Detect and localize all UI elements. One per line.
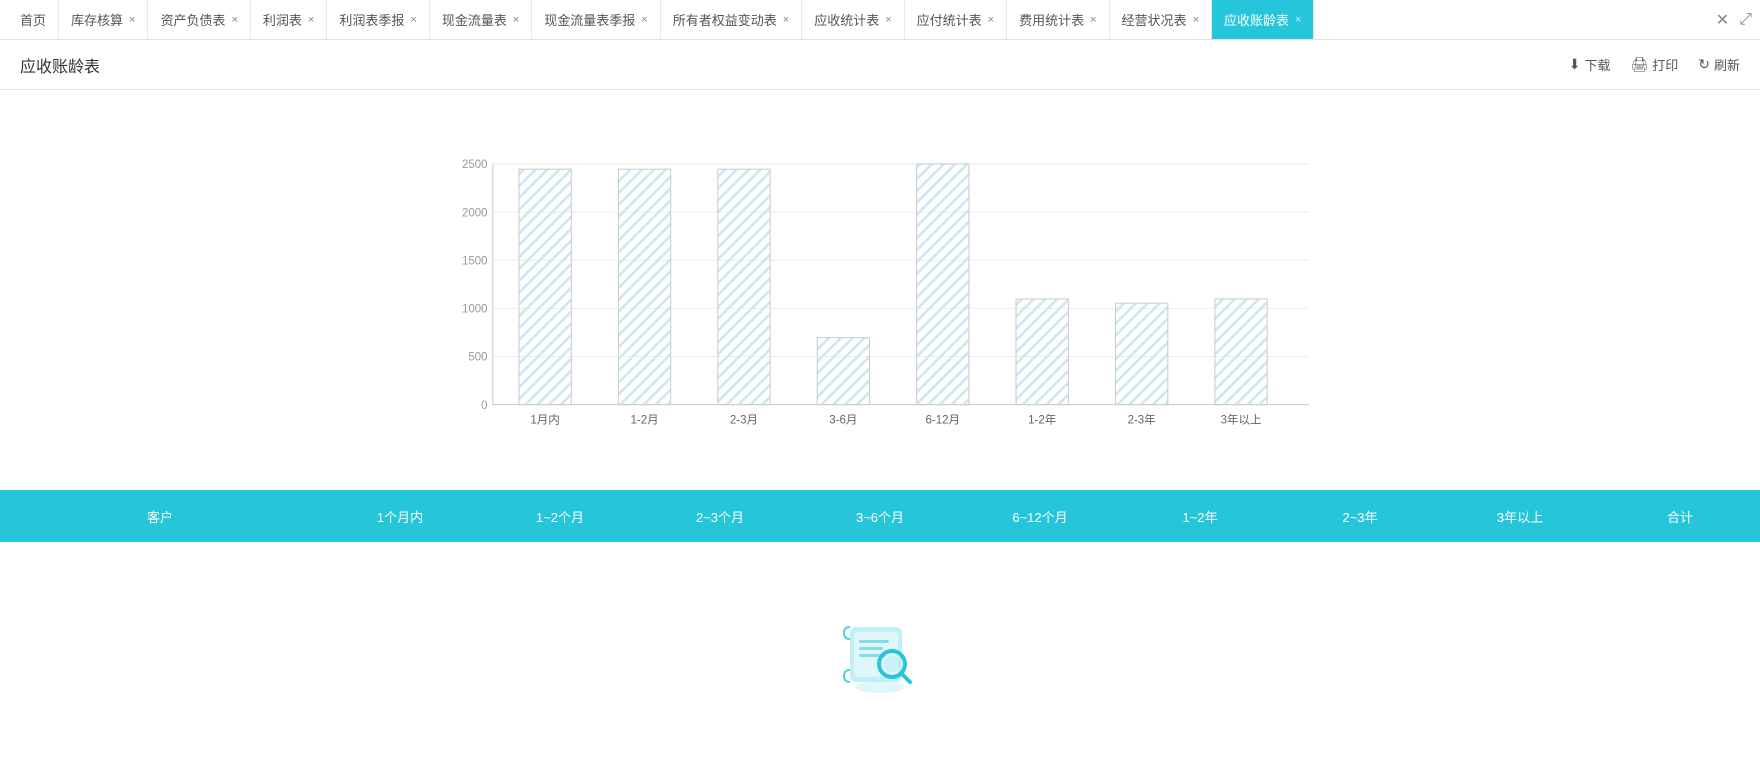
tab-应收账龄表[interactable]: 应收账龄表 × <box>1212 0 1314 40</box>
svg-text:1500: 1500 <box>462 255 488 267</box>
x-label-1: 1月内 <box>530 412 559 426</box>
download-label: 下载 <box>1584 55 1610 74</box>
chart-container: 2500 2000 1500 1000 500 0 1月内 1-2月 2-3月 <box>430 130 1330 470</box>
svg-text:0: 0 <box>481 400 487 412</box>
page-header: 应收账龄表 ⬇ 下载 🖨 打印 ↻ 刷新 <box>0 40 1760 90</box>
tab-close-icon[interactable]: × <box>1193 14 1199 26</box>
download-icon: ⬇ <box>1569 56 1581 73</box>
refresh-icon: ↻ <box>1698 56 1710 73</box>
tab-利润表季报[interactable]: 利润表季报 × <box>327 0 429 40</box>
chart-area: 2500 2000 1500 1000 500 0 1月内 1-2月 2-3月 <box>0 90 1760 490</box>
tab-label: 费用统计表 <box>1019 10 1084 29</box>
bar-chart: 2500 2000 1500 1000 500 0 1月内 1-2月 2-3月 <box>430 130 1330 470</box>
tab-label: 资产负债表 <box>160 10 225 29</box>
x-label-2: 1-2月 <box>630 414 658 426</box>
table-header-cell: 客户 <box>0 507 320 526</box>
table-header-cell: 1~2年 <box>1120 507 1280 526</box>
tab-close-icon[interactable]: × <box>1295 14 1301 26</box>
tab-首页[interactable]: 首页 <box>8 0 59 40</box>
tab-label: 首页 <box>20 10 46 29</box>
tab-label: 应付统计表 <box>917 10 982 29</box>
tab-label: 应收账龄表 <box>1224 10 1289 29</box>
tab-label: 应收统计表 <box>814 10 879 29</box>
page-title: 应收账龄表 <box>20 53 100 77</box>
tab-label: 现金流量表 <box>442 10 507 29</box>
close-window-button[interactable]: ✕ <box>1716 10 1729 30</box>
tab-label: 现金流量表季报 <box>544 10 635 29</box>
tab-close-icon[interactable]: × <box>885 14 891 26</box>
empty-state <box>0 542 1760 762</box>
table-header-cell: 1个月内 <box>320 507 480 526</box>
tab-close-icon[interactable]: × <box>410 14 416 26</box>
table-header-cell: 3~6个月 <box>800 507 960 526</box>
svg-text:1000: 1000 <box>462 304 488 316</box>
maximize-window-button[interactable]: ⤢ <box>1739 11 1752 29</box>
tab-close-icon[interactable]: × <box>988 14 994 26</box>
tab-close-icon[interactable]: × <box>513 14 519 26</box>
bar-4 <box>817 338 869 405</box>
tab-现金流量表季报[interactable]: 现金流量表季报 × <box>532 0 660 40</box>
table-header-cell: 6~12个月 <box>960 507 1120 526</box>
main-content: 2500 2000 1500 1000 500 0 1月内 1-2月 2-3月 <box>0 90 1760 762</box>
tab-label: 经营状况表 <box>1122 10 1187 29</box>
refresh-button[interactable]: ↻ 刷新 <box>1698 55 1740 74</box>
empty-icon <box>830 602 930 702</box>
window-controls: ✕ ⤢ <box>1704 10 1752 30</box>
x-label-3: 2-3月 <box>730 414 758 426</box>
tab-经营状况表[interactable]: 经营状况表 × <box>1110 0 1212 40</box>
svg-text:500: 500 <box>468 352 487 364</box>
tab-应收统计表[interactable]: 应收统计表 × <box>802 0 904 40</box>
bar-3 <box>718 169 770 404</box>
bar-2 <box>618 169 670 404</box>
tab-label: 利润表 <box>263 10 302 29</box>
tab-现金流量表[interactable]: 现金流量表 × <box>430 0 532 40</box>
print-button[interactable]: 🖨 打印 <box>1630 55 1678 74</box>
print-label: 打印 <box>1652 55 1678 74</box>
download-button[interactable]: ⬇ 下载 <box>1569 55 1611 74</box>
x-label-4: 3-6月 <box>829 414 857 426</box>
header-actions: ⬇ 下载 🖨 打印 ↻ 刷新 <box>1569 55 1740 74</box>
x-label-7: 2-3年 <box>1128 412 1156 426</box>
tab-label: 库存核算 <box>71 10 123 29</box>
bar-7 <box>1115 303 1167 405</box>
bar-8 <box>1215 299 1267 405</box>
tab-资产负债表[interactable]: 资产负债表 × <box>148 0 250 40</box>
table-header-cell: 合计 <box>1600 507 1760 526</box>
tab-close-icon[interactable]: × <box>308 14 314 26</box>
tab-close-icon[interactable]: × <box>129 14 135 26</box>
table-header: 客户1个月内1~2个月2~3个月3~6个月6~12个月1~2年2~3年3年以上合… <box>0 490 1760 542</box>
bar-5 <box>917 164 969 405</box>
tab-close-icon[interactable]: × <box>641 14 647 26</box>
tab-费用统计表[interactable]: 费用统计表 × <box>1007 0 1109 40</box>
tab-label: 利润表季报 <box>339 10 404 29</box>
tab-close-icon[interactable]: × <box>783 14 789 26</box>
table-header-cell: 3年以上 <box>1440 507 1600 526</box>
svg-text:2500: 2500 <box>462 159 488 171</box>
x-label-6: 1-2年 <box>1028 412 1056 426</box>
tab-bar: 首页库存核算×资产负债表×利润表×利润表季报×现金流量表×现金流量表季报×所有者… <box>0 0 1760 40</box>
table-header-cell: 2~3个月 <box>640 507 800 526</box>
bar-6 <box>1016 299 1068 405</box>
tab-应付统计表[interactable]: 应付统计表 × <box>905 0 1007 40</box>
print-icon: 🖨 <box>1630 56 1648 73</box>
tab-close-icon[interactable]: × <box>231 14 237 26</box>
tab-库存核算[interactable]: 库存核算 × <box>59 0 148 40</box>
tab-close-icon[interactable]: × <box>1090 14 1096 26</box>
tab-利润表[interactable]: 利润表 × <box>251 0 327 40</box>
table-header-cell: 2~3年 <box>1280 507 1440 526</box>
table-header-cell: 1~2个月 <box>480 507 640 526</box>
svg-text:2000: 2000 <box>462 207 488 219</box>
tab-label: 所有者权益变动表 <box>673 10 777 29</box>
refresh-label: 刷新 <box>1714 55 1740 74</box>
x-label-5: 6-12月 <box>926 414 961 426</box>
bar-1 <box>519 169 571 404</box>
tab-所有者权益变动表[interactable]: 所有者权益变动表 × <box>661 0 802 40</box>
x-label-8: 3年以上 <box>1221 412 1262 426</box>
